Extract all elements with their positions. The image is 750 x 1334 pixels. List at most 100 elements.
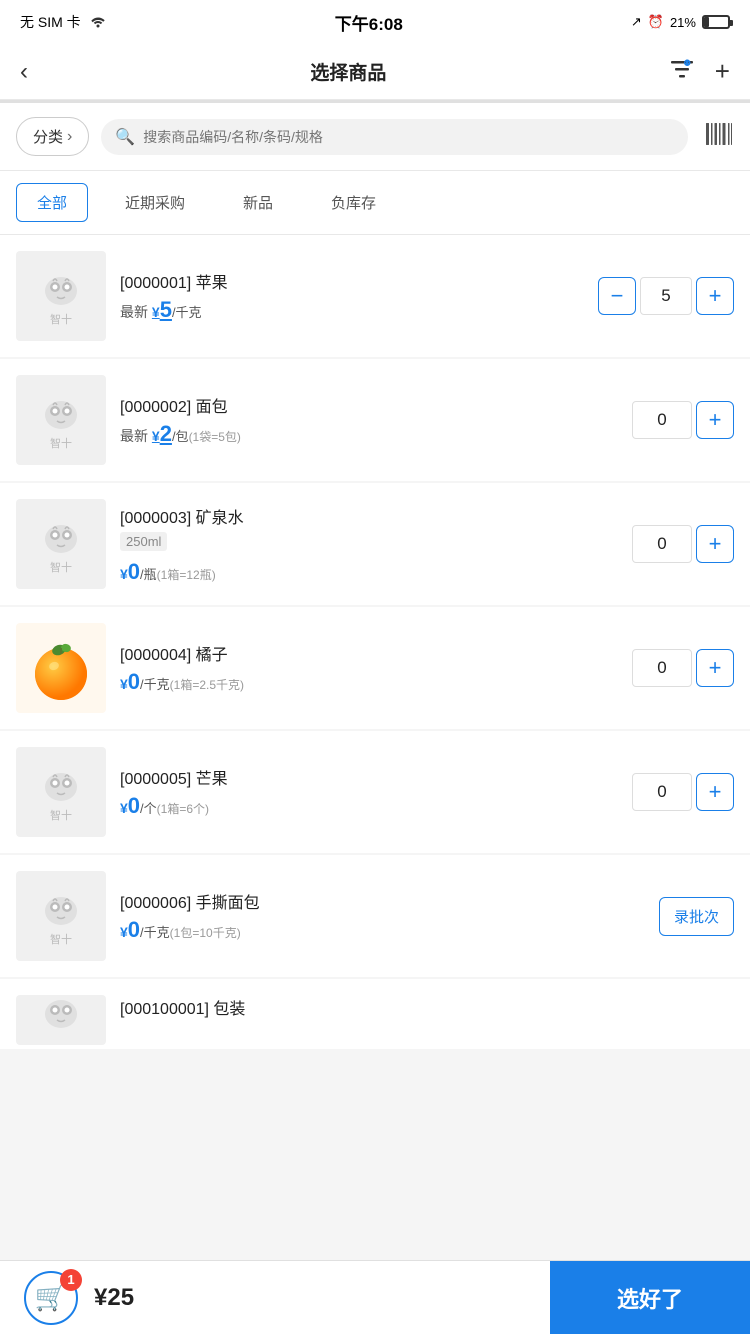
product-price: 最新 ¥2/包(1袋=5包) <box>120 421 618 447</box>
cart-button[interactable]: 🛒 1 <box>24 1271 78 1325</box>
price-unit: /千克 <box>140 925 170 940</box>
price-note: (1箱=12瓶) <box>157 568 216 582</box>
qty-input[interactable] <box>632 773 692 811</box>
cart-total: ¥25 <box>94 1284 134 1312</box>
price-yen: ¥ <box>152 428 160 444</box>
tab-all[interactable]: 全部 <box>16 183 88 222</box>
add-icon[interactable]: + <box>715 56 730 87</box>
price-yen: ¥ <box>120 800 128 816</box>
tab-new[interactable]: 新品 <box>222 183 294 222</box>
price-label: 最新 <box>120 304 152 320</box>
product-info-0000005: [0000005] 芒果 ¥0/个(1箱=6个) <box>120 765 618 819</box>
qty-control-0000004: + <box>632 649 734 687</box>
product-info-0000003: [0000003] 矿泉水 250ml ¥0/瓶(1箱=12瓶) <box>120 504 618 585</box>
product-price: ¥0/个(1箱=6个) <box>120 793 618 819</box>
price-value: 0 <box>128 669 140 694</box>
category-button[interactable]: 分类 › <box>16 117 89 156</box>
product-name: [0000003] 矿泉水 <box>120 504 618 528</box>
nav-bar: ‹ 选择商品 + <box>0 44 750 100</box>
product-item: 智十 [0000003] 矿泉水 250ml ¥0/瓶(1箱=12瓶) + <box>0 483 750 605</box>
nav-actions: + <box>669 56 730 87</box>
price-value: 5 <box>160 297 172 322</box>
product-item: 智十 [0000001] 苹果 最新 ¥5/千克 − + <box>0 235 750 357</box>
qty-plus-button[interactable]: + <box>696 649 734 687</box>
qty-control-0000005: + <box>632 773 734 811</box>
product-item: 智十 [0000006] 手撕面包 ¥0/千克(1包=10千克) 录批次 <box>0 855 750 977</box>
product-item: 智十 [0000002] 面包 最新 ¥2/包(1袋=5包) + <box>0 359 750 481</box>
product-info-0000001: [0000001] 苹果 最新 ¥5/千克 <box>120 269 584 323</box>
product-name: [0000002] 面包 <box>120 393 618 417</box>
qty-plus-button[interactable]: + <box>696 401 734 439</box>
product-image-0000004 <box>16 623 106 713</box>
qty-input[interactable] <box>632 649 692 687</box>
tabs-bar: 全部 近期采购 新品 负库存 <box>0 171 750 235</box>
product-price: ¥0/千克(1包=10千克) <box>120 917 645 943</box>
price-value: 0 <box>128 793 140 818</box>
product-item: 智十 [0000005] 芒果 ¥0/个(1箱=6个) + <box>0 731 750 853</box>
search-input[interactable] <box>143 129 674 145</box>
price-value: 2 <box>160 421 172 446</box>
price-note: (1箱=6个) <box>157 802 209 816</box>
price-note: (1箱=2.5千克) <box>170 678 244 692</box>
product-image-0000005: 智十 <box>16 747 106 837</box>
status-left: 无 SIM 卡 <box>20 12 107 32</box>
status-time: 下午6:08 <box>335 10 403 35</box>
page-title: 选择商品 <box>310 58 386 85</box>
wifi-icon <box>89 14 107 31</box>
price-value: 0 <box>128 917 140 942</box>
alarm-icon: ⏰ <box>648 14 664 30</box>
price-note: (1袋=5包) <box>189 430 241 444</box>
tab-negative[interactable]: 负库存 <box>310 183 397 222</box>
carrier-label: 无 SIM 卡 <box>20 12 81 32</box>
price-yen: ¥ <box>120 924 128 940</box>
product-list: 智十 [0000001] 苹果 最新 ¥5/千克 − + <box>0 235 750 1123</box>
product-name: [0000001] 苹果 <box>120 269 584 293</box>
qty-control-0000001: − + <box>598 277 734 315</box>
product-name: [0000006] 手撕面包 <box>120 889 645 913</box>
product-image-0000003: 智十 <box>16 499 106 589</box>
status-right: ↗ ⏰ 21% <box>631 14 730 30</box>
price-unit: /瓶 <box>140 567 157 582</box>
qty-input[interactable] <box>640 277 692 315</box>
price-yen: ¥ <box>120 566 128 582</box>
product-name: [000100001] 包装 <box>120 995 734 1019</box>
product-price: ¥0/千克(1箱=2.5千克) <box>120 669 618 695</box>
product-image-partial <box>16 995 106 1045</box>
qty-input[interactable] <box>632 525 692 563</box>
status-bar: 无 SIM 卡 下午6:08 ↗ ⏰ 21% <box>0 0 750 44</box>
product-info-0000004: [0000004] 橘子 ¥0/千克(1箱=2.5千克) <box>120 641 618 695</box>
qty-plus-button[interactable]: + <box>696 773 734 811</box>
barcode-icon[interactable] <box>704 121 734 153</box>
battery-percentage: 21% <box>670 15 696 30</box>
filter-bar: 分类 › 🔍 <box>0 103 750 171</box>
product-info-partial: [000100001] 包装 <box>120 995 734 1023</box>
product-image-0000006: 智十 <box>16 871 106 961</box>
search-bar: 🔍 <box>101 119 688 155</box>
tab-recent[interactable]: 近期采购 <box>104 183 206 222</box>
product-spec: 250ml <box>120 532 167 551</box>
product-item: [0000004] 橘子 ¥0/千克(1箱=2.5千克) + <box>0 607 750 729</box>
qty-input[interactable] <box>632 401 692 439</box>
batch-button[interactable]: 录批次 <box>659 897 734 936</box>
product-price: ¥0/瓶(1箱=12瓶) <box>120 559 618 585</box>
product-item-partial: [000100001] 包装 <box>0 979 750 1049</box>
price-yen: ¥ <box>152 304 160 320</box>
product-info-0000006: [0000006] 手撕面包 ¥0/千克(1包=10千克) <box>120 889 645 943</box>
qty-control-0000002: + <box>632 401 734 439</box>
qty-plus-button[interactable]: + <box>696 525 734 563</box>
confirm-button[interactable]: 选好了 <box>550 1261 750 1334</box>
battery-icon <box>702 15 730 29</box>
filter-icon[interactable] <box>669 58 695 86</box>
price-value: 0 <box>128 559 140 584</box>
cart-area: 🛒 1 ¥25 <box>0 1271 550 1325</box>
price-unit: /个 <box>140 801 157 816</box>
price-unit: /包 <box>172 429 189 444</box>
qty-plus-button[interactable]: + <box>696 277 734 315</box>
product-price: 最新 ¥5/千克 <box>120 297 584 323</box>
product-name: [0000005] 芒果 <box>120 765 618 789</box>
qty-minus-button[interactable]: − <box>598 277 636 315</box>
product-name: [0000004] 橘子 <box>120 641 618 665</box>
back-button[interactable]: ‹ <box>20 58 28 86</box>
product-image-0000001: 智十 <box>16 251 106 341</box>
category-label: 分类 <box>33 126 63 147</box>
